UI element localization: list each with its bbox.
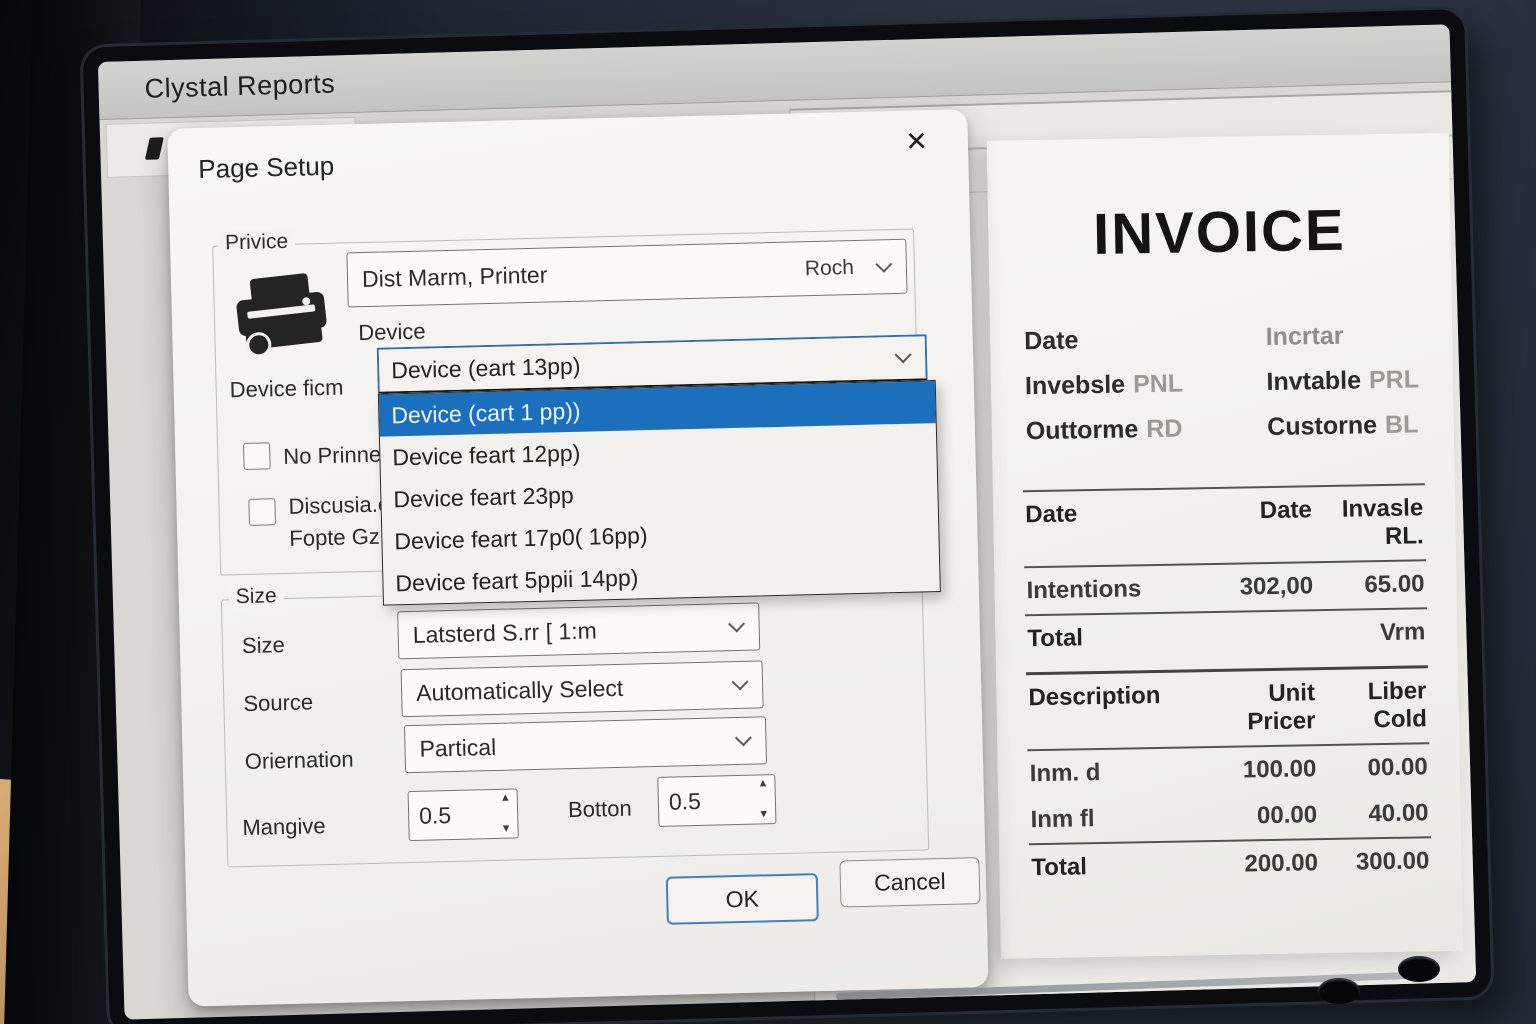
invoice-meta-value: BL	[1384, 410, 1419, 439]
size-combobox[interactable]: Latsterd S.rr [ 1:m	[397, 602, 761, 660]
disc-checkbox[interactable]	[248, 498, 277, 526]
margin-value: 0.5	[418, 801, 452, 829]
cell: 65.00	[1364, 570, 1425, 599]
spinner-arrows-icon[interactable]: ▲ ▼	[757, 777, 769, 820]
disc-checkbox-label-line2: Fopte Gz	[289, 523, 381, 551]
invoice-meta-label: Invebsle	[1024, 370, 1126, 401]
column-header: Description	[1028, 681, 1161, 712]
device-caption: Device	[358, 318, 426, 346]
monitor-button[interactable]	[1318, 978, 1360, 1004]
cell: Total	[1027, 624, 1084, 653]
no-printer-checkbox[interactable]	[243, 442, 271, 470]
invoice-meta-left: Date Invebsle PNL Outtorme RD	[1024, 324, 1184, 446]
chevron-down-icon	[875, 255, 893, 273]
monitor-button[interactable]	[1398, 956, 1440, 982]
cell: Inm fl	[1030, 805, 1095, 834]
no-printer-checkbox-label: No Prinne	[283, 441, 382, 470]
source-row-label: Source	[243, 689, 314, 717]
dialog-title: Page Setup	[197, 150, 335, 185]
cancel-button[interactable]: Cancel	[839, 857, 981, 908]
invoice-meta-right: Incrtar Invtable PRL Custorne BL	[1265, 320, 1420, 442]
invoice-summary-table: Date Date Invasle RL. Intentions 302,00 …	[1022, 483, 1428, 663]
close-icon[interactable]: ✕	[905, 126, 928, 158]
desktop: Clystal Reports INVOICE Date Invebsle PNL…	[97, 24, 1483, 1019]
column-header: Invasle RL.	[1341, 494, 1424, 550]
disc-checkbox-label-line1: Discusia.e	[288, 491, 391, 519]
invoice-meta: Date Invebsle PNL Outtorme RD Incrtar Invt…	[1020, 320, 1424, 446]
source-combobox[interactable]: Automatically Select	[400, 660, 764, 718]
column-header: Liber Cold	[1367, 677, 1428, 734]
table-row: Total Vrm	[1024, 607, 1428, 663]
orientation-combobox[interactable]: Partical	[403, 716, 768, 774]
ok-button[interactable]: OK	[665, 873, 819, 925]
chevron-down-icon	[734, 729, 752, 747]
cell: 302,00	[1239, 572, 1314, 601]
invoice-title: INVOICE	[1092, 197, 1347, 268]
column-header: Date	[1259, 496, 1313, 525]
spinner-arrows-icon[interactable]: ▲ ▼	[500, 792, 512, 835]
table-total-row: Total 200.00 300.00	[1028, 836, 1432, 892]
column-header: Date	[1025, 500, 1078, 529]
device-field-label: Device ficm	[229, 374, 344, 403]
bottom-value: 0.5	[668, 787, 702, 815]
device-dropdown-list: Device (cart 1 pp)) Device feart 12pp) D…	[377, 380, 941, 606]
cell: 100.00	[1242, 755, 1317, 784]
invoice-meta-label: Custorne	[1267, 411, 1378, 442]
monitor-screen: Clystal Reports INVOICE Date Invebsle PNL…	[82, 8, 1492, 1024]
toolbar-icon	[144, 137, 164, 160]
printer-name-value: Dist Marm, Printer	[361, 261, 548, 293]
cell: 00.00	[1256, 801, 1318, 830]
monitor-photo: Clystal Reports INVOICE Date Invebsle PNL…	[0, 0, 1536, 1024]
orientation-row-label: Oriernation	[244, 746, 354, 775]
page-setup-dialog: Page Setup ✕ Privice Dist Marm, Printer …	[167, 109, 989, 1007]
chevron-down-icon	[728, 615, 746, 633]
table-row: Intentions 302,00 65.00	[1024, 559, 1427, 615]
cell: Inm. d	[1029, 758, 1101, 788]
cell: Total	[1031, 853, 1088, 882]
printer-combo-right-label: Roch	[804, 255, 855, 280]
bottom-spinner[interactable]: 0.5 ▲ ▼	[657, 774, 777, 827]
printer-icon	[236, 273, 327, 358]
invoice-meta-label: Incrtar	[1265, 321, 1344, 352]
table-header-row: Date Date Invasle RL.	[1022, 483, 1427, 567]
cell: 40.00	[1368, 799, 1429, 828]
chevron-down-icon	[894, 346, 912, 364]
app-title: Clystal Reports	[144, 68, 336, 104]
table-row: Inm. d 100.00 00.00	[1027, 742, 1431, 798]
source-value: Automatically Select	[415, 674, 624, 706]
size-value: Latsterd S.rr [ 1:m	[412, 616, 598, 648]
orientation-value: Partical	[419, 733, 497, 762]
invoice-preview: INVOICE Date Invebsle PNL Outtorme RD Incr…	[986, 132, 1463, 959]
cell: Intentions	[1026, 575, 1142, 605]
cell: Vrm	[1379, 618, 1426, 647]
size-row-label: Size	[241, 632, 286, 659]
cell: 200.00	[1244, 849, 1319, 878]
invoice-meta-value: RD	[1146, 414, 1183, 444]
cell	[1203, 641, 1314, 643]
margin-spinner[interactable]: 0.5 ▲ ▼	[407, 788, 519, 842]
size-group-label: Size	[228, 584, 284, 610]
invoice-meta-label: Outtorme	[1025, 415, 1139, 446]
printer-group-label: Privice	[217, 229, 296, 256]
invoice-meta-value: PRL	[1368, 365, 1420, 395]
chevron-down-icon	[731, 673, 749, 691]
cell: 300.00	[1355, 847, 1430, 876]
invoice-items-table: Description Unit Pricer Liber Cold Inm. …	[1026, 665, 1432, 892]
table-row: Inm fl 00.00 40.00	[1028, 790, 1431, 843]
invoice-meta-label: Date	[1023, 326, 1079, 356]
column-header: Unit Pricer	[1247, 679, 1316, 736]
device-combobox-value: Device (eart 13pp)	[390, 352, 581, 383]
invoice-meta-value: PNL	[1132, 369, 1184, 399]
table-header-row: Description Unit Pricer Liber Cold	[1026, 665, 1430, 750]
cell: 00.00	[1367, 753, 1428, 782]
bottom-row-label: Botton	[567, 795, 632, 823]
invoice-meta-label: Invtable	[1266, 366, 1362, 397]
margin-row-label: Mangive	[242, 813, 326, 841]
